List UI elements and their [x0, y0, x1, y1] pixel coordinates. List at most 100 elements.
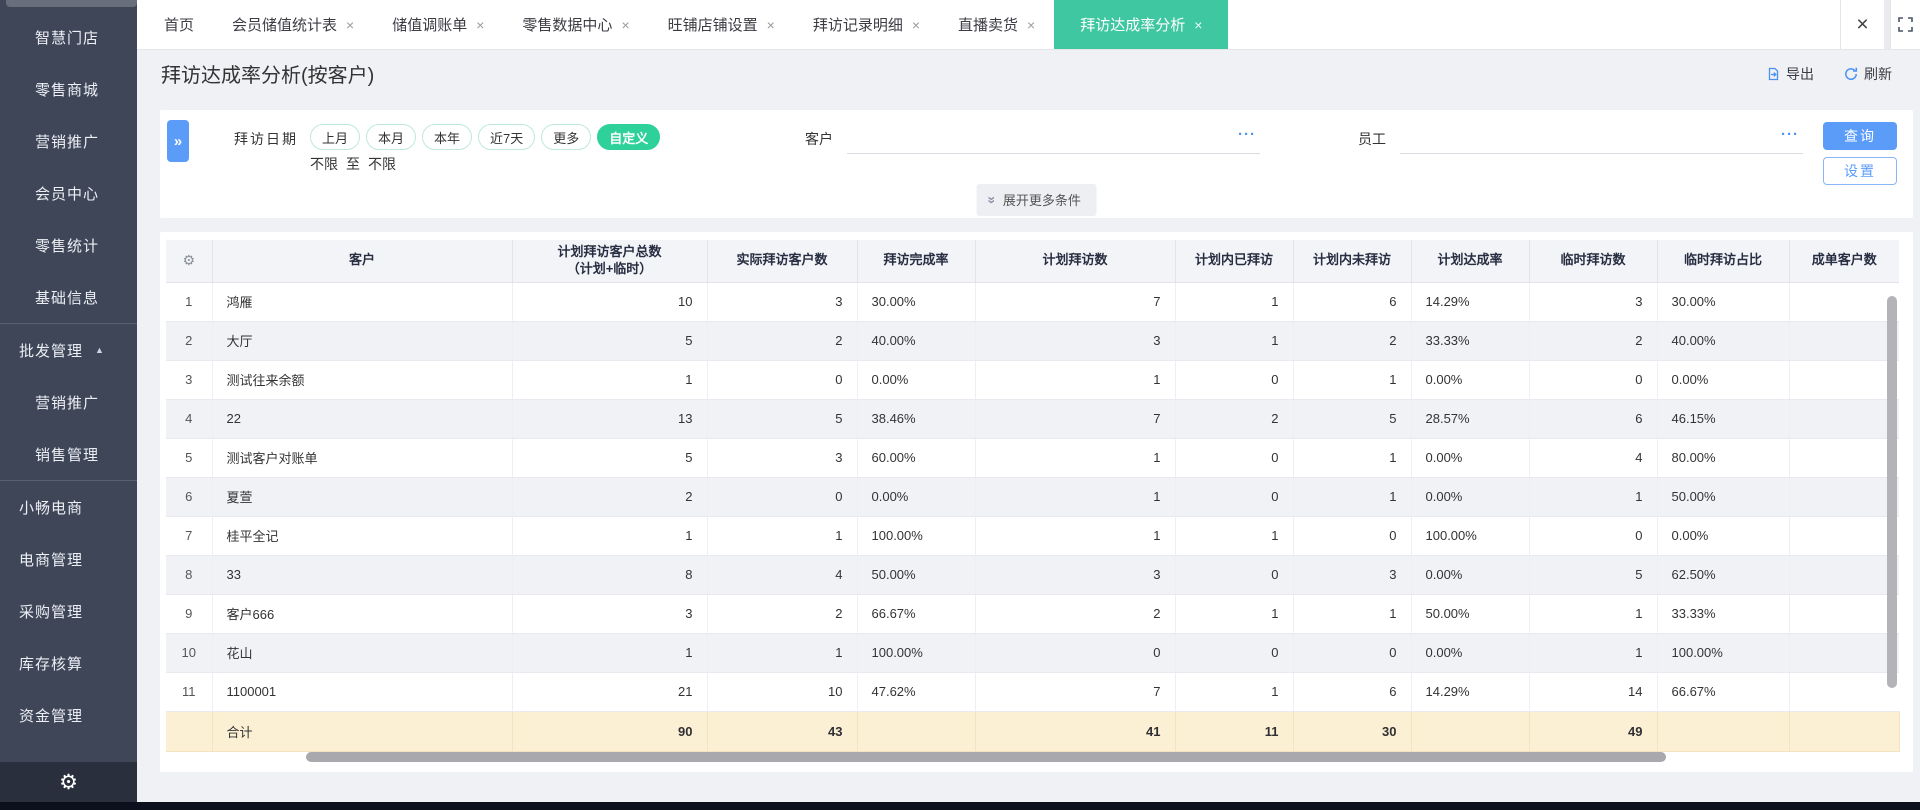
cell — [1789, 516, 1899, 556]
customer-input[interactable]: ··· — [847, 124, 1260, 154]
sidebar-item-3[interactable]: 会员中心 — [0, 167, 137, 219]
tab-5[interactable]: 拜访记录明细 × — [794, 0, 939, 49]
sidebar-item-label: 库存核算 — [19, 655, 84, 673]
refresh-icon — [1845, 67, 1858, 80]
vertical-scrollbar[interactable] — [1887, 296, 1897, 688]
sidebar-item-5[interactable]: 基础信息 — [0, 271, 137, 323]
cell: 6 — [1293, 282, 1412, 322]
tab-close-icon[interactable]: × — [767, 17, 775, 33]
search-button[interactable]: 查询 — [1823, 122, 1897, 150]
cell: 0 — [1175, 438, 1294, 478]
date-preset-4[interactable]: 更多 — [541, 124, 592, 150]
sidebar-item-0[interactable]: 智慧门店 — [0, 11, 137, 63]
refresh-button[interactable]: 刷新 — [1844, 64, 1892, 84]
column-header-2: 计划拜访客户总数 （计划+临时） — [512, 240, 708, 283]
cell: 1 — [975, 360, 1176, 400]
date-preset-custom[interactable]: 自定义 — [597, 124, 661, 150]
tab-close-icon[interactable]: × — [476, 17, 484, 33]
date-preset-2[interactable]: 本年 — [422, 124, 473, 150]
total-cell — [1411, 711, 1530, 752]
cell: 大厅 — [212, 321, 513, 361]
tab-close-icon[interactable]: × — [621, 17, 629, 33]
fullscreen-button[interactable] — [1890, 0, 1920, 50]
table-row[interactable]: 2 大厅 5 2 40.00% 3 1 2 33.33% 2 40.00% — [166, 321, 1899, 361]
close-window-button[interactable]: × — [1840, 0, 1884, 50]
table-row[interactable]: 4 22 13 5 38.46% 7 2 5 28.57% 6 46.15% — [166, 399, 1899, 439]
cell — [1789, 282, 1899, 322]
sidebar-item-8[interactable]: 销售管理 — [0, 428, 137, 480]
cell: 100.00% — [1657, 633, 1790, 673]
table-row[interactable]: 11 1100001 21 10 47.62% 7 1 6 14.29% 14 66.67% — [166, 672, 1899, 712]
report-table-panel: ⚙ 客户 计划拜访客户总数 （计划+临时） 实际拜访客户数 拜访完成率 计划拜访数 计划内已… — [160, 232, 1913, 772]
sidebar-item-2[interactable]: 营销推广 — [0, 115, 137, 167]
date-from-picker[interactable]: 不限 — [310, 154, 338, 174]
table-row[interactable]: 1 鸿雁 10 3 30.00% 7 1 6 14.29% 3 30.00% — [166, 282, 1899, 322]
cell: 60.00% — [857, 438, 976, 478]
total-cell — [1789, 711, 1900, 752]
table-row[interactable]: 7 桂平全记 1 1 100.00% 1 1 0 100.00% 0 0.00% — [166, 516, 1899, 556]
cell: 10 — [512, 282, 708, 322]
filter-panel: » 拜访日期 上月 本月 本年 近7天 更多 自定义 不限 至 不限 客户 ··· 员工 … — [160, 110, 1913, 218]
row-index: 6 — [166, 477, 213, 517]
sidebar-item-13[interactable]: 资金管理 — [0, 689, 137, 741]
sidebar-item-11[interactable]: 采购管理 — [0, 585, 137, 637]
row-index: 5 — [166, 438, 213, 478]
cell: 40.00% — [1657, 321, 1790, 361]
window-controls: × — [1840, 0, 1920, 50]
settings-button[interactable]: 设置 — [1823, 157, 1897, 185]
double-chevron-right-icon: » — [173, 132, 183, 150]
date-preset-1[interactable]: 本月 — [366, 124, 417, 150]
date-to-picker[interactable]: 不限 — [368, 154, 396, 174]
tab-close-icon[interactable]: × — [912, 17, 920, 33]
sidebar-item-1[interactable]: 零售商城 — [0, 63, 137, 115]
cell: 1 — [1293, 477, 1412, 517]
date-preset-3[interactable]: 近7天 — [478, 124, 536, 150]
tab-3[interactable]: 零售数据中心 × — [503, 0, 648, 49]
employee-picker-dots-icon[interactable]: ··· — [1781, 126, 1799, 143]
table-row[interactable]: 3 测试往来余额 1 0 0.00% 1 0 1 0.00% 0 0.00% — [166, 360, 1899, 400]
employee-input[interactable]: ··· — [1400, 124, 1803, 154]
sidebar-item-7[interactable]: 营销推广 — [0, 376, 137, 428]
total-cell: 30 — [1293, 711, 1412, 752]
sidebar-item-9[interactable]: 小畅电商 — [0, 481, 137, 533]
customer-picker-dots-icon[interactable]: ··· — [1238, 126, 1256, 143]
collapse-panel-button[interactable]: » — [167, 120, 189, 162]
table-row[interactable]: 6 夏萱 2 0 0.00% 1 0 1 0.00% 1 50.00% — [166, 477, 1899, 517]
cell: 2 — [975, 594, 1176, 634]
sidebar-scrolled-item-sliver — [6, 0, 137, 7]
table-row[interactable]: 10 花山 1 1 100.00% 0 0 0 0.00% 1 100.00% — [166, 633, 1899, 673]
total-cell — [857, 711, 976, 752]
tab-0[interactable]: 首页 — [145, 0, 213, 49]
cell: 0.00% — [1411, 555, 1530, 595]
tab-1[interactable]: 会员储值统计表 × — [213, 0, 373, 49]
visit-report-table: ⚙ 客户 计划拜访客户总数 （计划+临时） 实际拜访客户数 拜访完成率 计划拜访数 计划内已… — [166, 240, 1900, 752]
table-row[interactable]: 8 33 8 4 50.00% 3 0 3 0.00% 5 62.50% — [166, 555, 1899, 595]
tab-6[interactable]: 直播卖货 × — [939, 0, 1054, 49]
cell: 2 — [1293, 321, 1412, 361]
tab-close-icon[interactable]: × — [1194, 17, 1202, 33]
date-preset-0[interactable]: 上月 — [310, 124, 361, 150]
tab-7[interactable]: 拜访达成率分析 × — [1054, 0, 1229, 49]
table-row[interactable]: 5 测试客户对账单 5 3 60.00% 1 0 1 0.00% 4 80.00% — [166, 438, 1899, 478]
tab-2[interactable]: 储值调账单 × — [373, 0, 503, 49]
export-button[interactable]: 导出 — [1766, 64, 1814, 84]
horizontal-scrollbar[interactable] — [306, 752, 1666, 762]
table-row[interactable]: 9 客户666 3 2 66.67% 2 1 1 50.00% 1 33.33% — [166, 594, 1899, 634]
cell: 1 — [975, 438, 1176, 478]
sidebar-item-12[interactable]: 库存核算 — [0, 637, 137, 689]
tab-close-icon[interactable]: × — [346, 17, 354, 33]
column-gear-icon[interactable]: ⚙ — [182, 252, 195, 268]
sidebar-item-6[interactable]: 批发管理 ▲ — [0, 324, 137, 376]
row-index: 10 — [166, 633, 213, 673]
cell: 0.00% — [1411, 360, 1530, 400]
sidebar-item-4[interactable]: 零售统计 — [0, 219, 137, 271]
gear-icon[interactable]: ⚙ — [59, 772, 78, 793]
expand-more-conditions-button[interactable]: » 展开更多条件 — [976, 184, 1097, 216]
sidebar-item-10[interactable]: 电商管理 — [0, 533, 137, 585]
tab-close-icon[interactable]: × — [1027, 17, 1035, 33]
cell — [1789, 399, 1899, 439]
column-settings-header[interactable]: ⚙ — [166, 240, 213, 283]
tab-4[interactable]: 旺铺店铺设置 × — [649, 0, 794, 49]
cell: 1 — [512, 516, 708, 556]
cell: 1 — [1529, 594, 1658, 634]
